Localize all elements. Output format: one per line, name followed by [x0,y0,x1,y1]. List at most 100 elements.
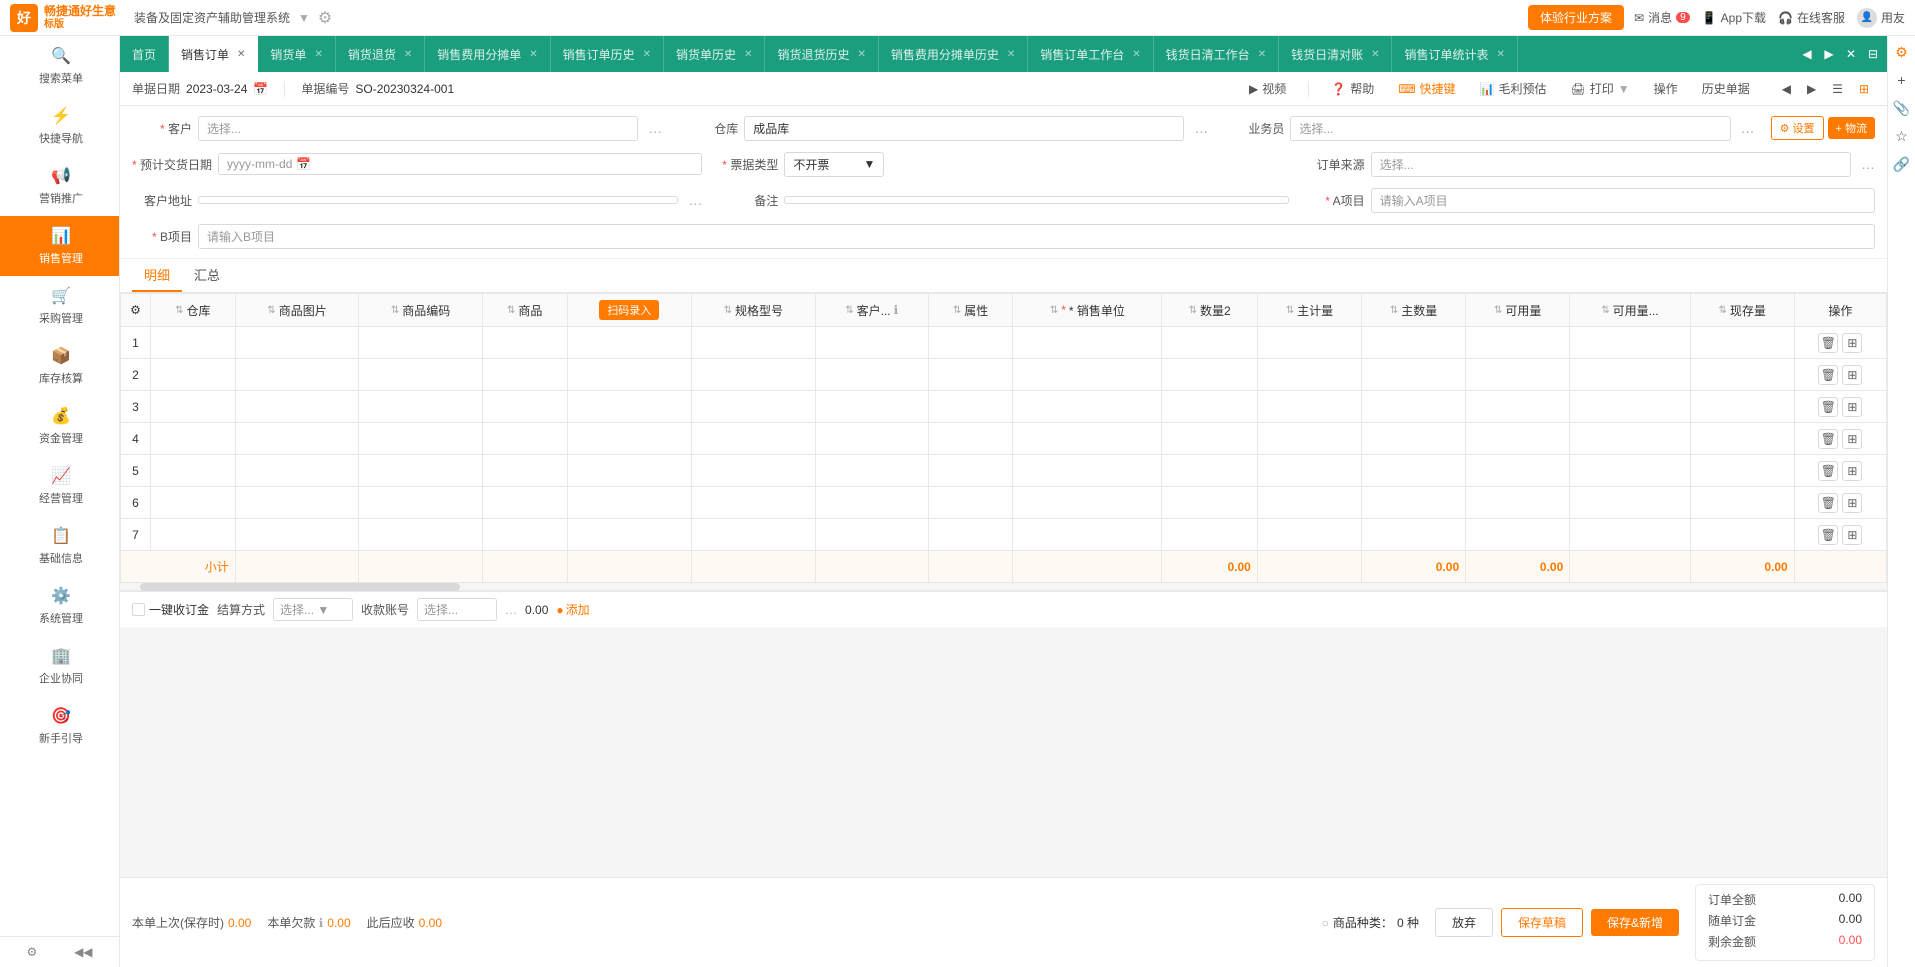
row-property[interactable] [928,455,1013,487]
tab-sales-invoice[interactable]: 销货单 ✕ [258,36,335,72]
row-main-unit[interactable] [1257,327,1361,359]
sidebar-item-purchase[interactable]: 🛒 采购管理 [0,276,119,336]
sort-mainunit-icon[interactable]: ⇅ [1286,305,1294,316]
add-material-btn[interactable]: + 物流 [1828,117,1875,139]
view-btn[interactable]: ▶ 视频 [1243,78,1292,99]
row-spec[interactable] [692,487,816,519]
tab-reconcile[interactable]: 钱货日清对账 ✕ [1279,36,1392,72]
sort-image-icon[interactable]: ⇅ [267,305,275,316]
account-more-btn[interactable]: … [505,603,517,617]
row-main-qty[interactable] [1362,487,1466,519]
detail-tab-summary[interactable]: 汇总 [182,259,232,292]
row-available2[interactable] [1570,327,1690,359]
delete-row-icon[interactable]: 🗑 [1818,333,1838,353]
row-qty2[interactable] [1162,359,1258,391]
add-deposit-btn[interactable]: ● 添加 [556,601,589,618]
history-btn[interactable]: 历史单据 [1696,78,1756,99]
sort-warehouse-icon[interactable]: ⇅ [175,305,183,316]
row-spec[interactable] [692,359,816,391]
sidebar-item-operation[interactable]: 📈 经营管理 [0,456,119,516]
tab-daily-cash[interactable]: 钱货日清工作台 ✕ [1154,36,1279,72]
salesman-input[interactable]: 选择... [1290,116,1730,141]
tab-sales-fee-close[interactable]: ✕ [529,49,537,60]
row-scan[interactable] [567,327,692,359]
delete-row-icon[interactable]: 🗑 [1818,429,1838,449]
order-source-input[interactable]: 选择... [1371,152,1851,177]
row-property[interactable] [928,327,1013,359]
message-icon-item[interactable]: ✉ 消息 9 [1634,9,1690,26]
trial-btn[interactable]: 体验行业方案 [1528,5,1624,30]
delivery-input[interactable]: yyyy-mm-dd 📅 [218,153,702,175]
sidebar-settings-icon[interactable]: ⚙ [26,945,37,959]
sort-code-icon[interactable]: ⇅ [391,305,399,316]
row-customer[interactable] [815,455,928,487]
row-current[interactable] [1690,423,1794,455]
row-warehouse[interactable] [151,455,236,487]
row-main-qty[interactable] [1362,519,1466,551]
delete-row-icon[interactable]: 🗑 [1818,525,1838,545]
row-warehouse[interactable] [151,487,236,519]
row-available2[interactable] [1570,519,1690,551]
copy-row-icon[interactable]: ⊞ [1842,461,1862,481]
delete-row-icon[interactable]: 🗑 [1818,365,1838,385]
warehouse-input[interactable]: 成品库 [744,116,1184,141]
settings-icon[interactable]: ⚙ [318,8,332,28]
row-code[interactable] [359,487,483,519]
th-settings[interactable]: ⚙ [121,294,151,327]
row-available2[interactable] [1570,359,1690,391]
copy-row-icon[interactable]: ⊞ [1842,397,1862,417]
row-main-qty[interactable] [1362,423,1466,455]
row-warehouse[interactable] [151,519,236,551]
tab-return-hist-close[interactable]: ✕ [857,49,865,60]
form-view-btn[interactable]: ⊞ [1853,80,1875,98]
row-code[interactable] [359,327,483,359]
row-main-unit[interactable] [1257,487,1361,519]
row-main-qty[interactable] [1362,455,1466,487]
sort-property-icon[interactable]: ⇅ [953,305,961,316]
row-available[interactable] [1466,455,1570,487]
tab-prev-btn[interactable]: ◀ [1797,44,1817,64]
row-image[interactable] [235,391,359,423]
online-service-item[interactable]: 🎧 在线客服 [1778,9,1845,26]
row-image[interactable] [235,423,359,455]
account-select[interactable]: 选择... [417,598,497,621]
save-draft-btn[interactable]: 保存草稿 [1501,908,1583,937]
tab-stats-close[interactable]: ✕ [1497,49,1505,60]
row-image[interactable] [235,455,359,487]
row-scan[interactable] [567,519,692,551]
sidebar-item-stock[interactable]: 📦 库存核算 [0,336,119,396]
row-qty2[interactable] [1162,391,1258,423]
row-scan[interactable] [567,391,692,423]
sort-product-icon[interactable]: ⇅ [507,305,515,316]
row-code[interactable] [359,519,483,551]
b-project-input[interactable]: 请输入B项目 [198,224,1875,249]
copy-row-icon[interactable]: ⊞ [1842,365,1862,385]
row-unit[interactable] [1013,487,1162,519]
row-available[interactable] [1466,391,1570,423]
list-view-btn[interactable]: ☰ [1826,80,1849,98]
calendar-icon[interactable]: 📅 [253,82,268,96]
row-main-qty[interactable] [1362,359,1466,391]
tab-daily-cash-close[interactable]: ✕ [1258,49,1266,60]
row-available[interactable] [1466,423,1570,455]
tab-workbench[interactable]: 销售订单工作台 ✕ [1028,36,1153,72]
row-code[interactable] [359,455,483,487]
row-spec[interactable] [692,455,816,487]
tab-sales-order-hist[interactable]: 销售订单历史 ✕ [551,36,664,72]
row-product[interactable] [482,487,567,519]
row-customer[interactable] [815,359,928,391]
row-main-unit[interactable] [1257,423,1361,455]
row-main-unit[interactable] [1257,359,1361,391]
tab-return-hist[interactable]: 销货退货历史 ✕ [765,36,878,72]
sidebar-collapse-icon[interactable]: ◀◀ [74,945,92,959]
print-btn[interactable]: 🖨 打印 ▼ [1565,78,1636,99]
copy-row-icon[interactable]: ⊞ [1842,333,1862,353]
row-available2[interactable] [1570,423,1690,455]
row-main-qty[interactable] [1362,327,1466,359]
sort-available-icon[interactable]: ⇅ [1494,305,1502,316]
row-current[interactable] [1690,519,1794,551]
row-available[interactable] [1466,519,1570,551]
row-product[interactable] [482,391,567,423]
row-product[interactable] [482,519,567,551]
salesman-more-btn[interactable]: … [1741,120,1755,136]
